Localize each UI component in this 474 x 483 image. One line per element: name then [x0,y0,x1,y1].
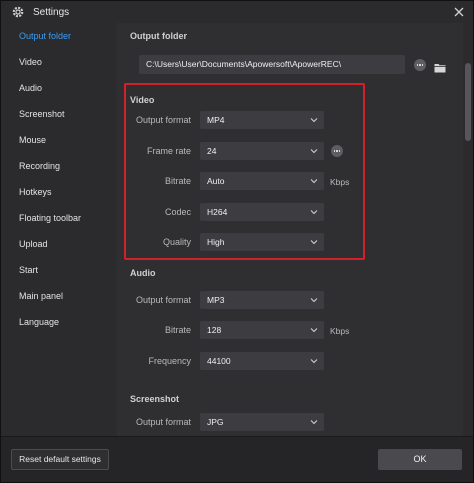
chevron-down-icon [310,298,318,303]
screenshot-heading: Screenshot [130,394,180,404]
window-title: Settings [33,6,70,18]
sidebar-item-language[interactable]: Language [1,309,117,335]
reset-default-settings-button[interactable]: Reset default settings [11,449,109,470]
ok-button[interactable]: OK [378,449,462,470]
video-bitrate-value: Auto [207,176,225,186]
chevron-down-icon [310,359,318,364]
video-output-format-label: Output format [135,115,191,125]
settings-window: Settings Output folder Video Audio Scree… [0,0,474,483]
audio-bitrate-label: Bitrate [164,325,191,335]
chevron-down-icon [310,328,318,333]
sidebar-item-recording[interactable]: Recording [1,153,117,179]
settings-content: Output folder C:\Users\User\Documents\Ap… [117,23,463,436]
audio-output-format-select[interactable]: MP3 [200,291,324,309]
audio-heading: Audio [130,268,156,278]
frequency-label: Frequency [148,356,191,366]
sidebar: Output folder Video Audio Screenshot Mou… [1,23,117,436]
output-folder-path-field[interactable]: C:\Users\User\Documents\Apowersoft\Apowe… [139,55,405,74]
sidebar-item-output-folder[interactable]: Output folder [1,23,117,49]
chevron-down-icon [310,149,318,154]
gear-icon [7,1,29,23]
sidebar-item-screenshot[interactable]: Screenshot [1,101,117,127]
audio-bitrate-select[interactable]: 128 [200,321,324,339]
frequency-select[interactable]: 44100 [200,352,324,370]
video-output-format-select[interactable]: MP4 [200,111,324,129]
audio-bitrate-value: 128 [207,325,222,335]
chevron-down-icon [310,179,318,184]
more-options-icon[interactable] [414,59,426,71]
codec-select[interactable]: H264 [200,203,324,221]
screenshot-output-format-select[interactable]: JPG [200,413,324,431]
frame-rate-label: Frame rate [146,146,191,156]
scrollbar-thumb[interactable] [465,63,471,141]
video-bitrate-label: Bitrate [164,176,191,186]
screenshot-output-format-label: Output format [135,417,191,427]
sidebar-item-audio[interactable]: Audio [1,75,117,101]
video-bitrate-select[interactable]: Auto [200,172,324,190]
sidebar-item-hotkeys[interactable]: Hotkeys [1,179,117,205]
frame-rate-select[interactable]: 24 [200,142,324,160]
quality-value: High [207,237,225,247]
screenshot-output-format-value: JPG [207,417,224,427]
folder-icon[interactable] [434,60,446,73]
footer-bar: Reset default settings OK [1,436,473,482]
video-heading: Video [130,95,155,105]
sidebar-item-main-panel[interactable]: Main panel [1,283,117,309]
sidebar-item-upload[interactable]: Upload [1,231,117,257]
output-folder-heading: Output folder [130,31,187,41]
sidebar-item-mouse[interactable]: Mouse [1,127,117,153]
chevron-down-icon [310,240,318,245]
chevron-down-icon [310,210,318,215]
codec-value: H264 [207,207,228,217]
frequency-value: 44100 [207,356,231,366]
codec-label: Codec [164,207,191,217]
close-icon[interactable] [451,4,467,20]
video-output-format-value: MP4 [207,115,225,125]
frame-rate-more-icon[interactable] [331,145,343,157]
chevron-down-icon [310,118,318,123]
sidebar-item-floating-toolbar[interactable]: Floating toolbar [1,205,117,231]
audio-bitrate-unit: Kbps [330,326,350,336]
frame-rate-value: 24 [207,146,217,156]
sidebar-item-video[interactable]: Video [1,49,117,75]
chevron-down-icon [310,420,318,425]
title-bar: Settings [1,1,473,23]
quality-select[interactable]: High [200,233,324,251]
sidebar-item-start[interactable]: Start [1,257,117,283]
audio-output-format-value: MP3 [207,295,225,305]
content-scrollbar[interactable] [463,23,473,436]
audio-output-format-label: Output format [135,295,191,305]
video-bitrate-unit: Kbps [330,177,350,187]
quality-label: Quality [162,237,191,247]
